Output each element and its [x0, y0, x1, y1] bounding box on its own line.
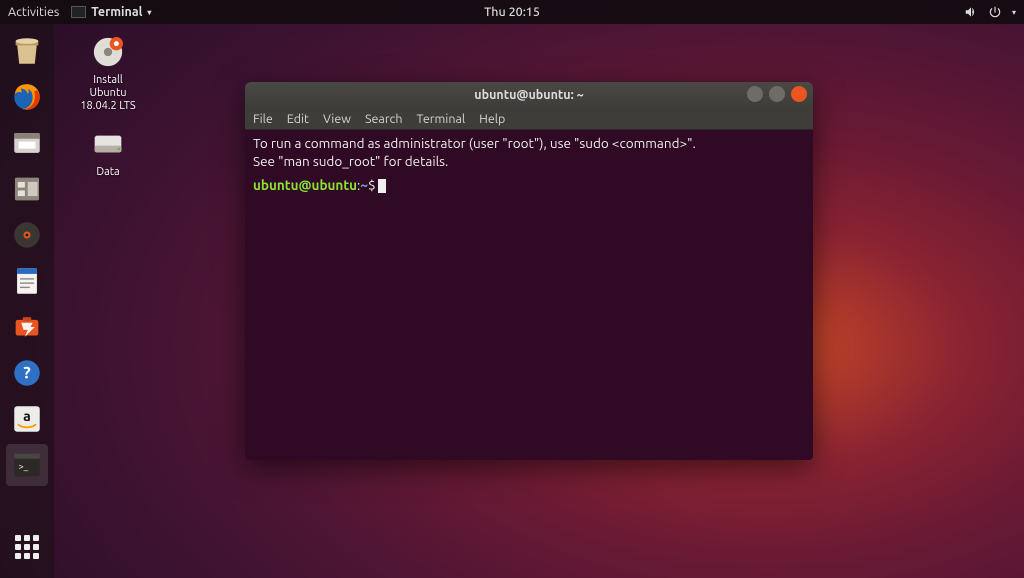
activities-button[interactable]: Activities — [8, 5, 59, 19]
dock-item-help[interactable]: ? — [6, 352, 48, 394]
desktop-icons-area: Install Ubuntu 18.04.2 LTS Data — [64, 32, 152, 179]
help-icon: ? — [10, 356, 44, 390]
document-icon — [10, 264, 44, 298]
show-applications-button[interactable] — [6, 526, 48, 568]
software-icon — [10, 310, 44, 344]
desktop-icon-label: Install Ubuntu 18.04.2 LTS — [80, 74, 135, 114]
drive-icon — [86, 124, 130, 164]
svg-text:?: ? — [23, 364, 31, 383]
apps-grid-icon — [15, 535, 39, 559]
dock-item-amazon[interactable]: a — [6, 398, 48, 440]
window-controls — [747, 86, 807, 102]
amazon-icon: a — [10, 402, 44, 436]
top-panel: Activities Terminal ▾ Thu 20:15 ▾ — [0, 0, 1024, 24]
system-status-area[interactable]: ▾ — [964, 5, 1016, 19]
menu-help[interactable]: Help — [479, 112, 505, 126]
dock-item-trash[interactable] — [6, 30, 48, 72]
prompt-sigil: $ — [368, 177, 376, 193]
terminal-prompt-line: ubuntu@ubuntu:~$ — [253, 176, 805, 194]
active-app-indicator[interactable]: Terminal ▾ — [71, 5, 151, 19]
cursor — [378, 179, 386, 193]
chevron-down-icon: ▾ — [147, 8, 151, 17]
dock: ? a >_ — [0, 24, 54, 578]
active-app-name: Terminal — [91, 5, 142, 19]
minimize-button[interactable] — [747, 86, 763, 102]
close-button[interactable] — [791, 86, 807, 102]
dock-item-rhythmbox[interactable] — [6, 214, 48, 256]
trash-icon — [10, 34, 44, 68]
menu-file[interactable]: File — [253, 112, 273, 126]
volume-icon[interactable] — [964, 5, 978, 19]
svg-text:>_: >_ — [19, 460, 29, 471]
prompt-user-host: ubuntu@ubuntu — [253, 177, 357, 193]
menu-view[interactable]: View — [323, 112, 351, 126]
menu-search[interactable]: Search — [365, 112, 403, 126]
terminal-output-line: To run a command as administrator (user … — [253, 134, 805, 152]
power-icon[interactable] — [988, 5, 1002, 19]
dock-item-software[interactable] — [6, 306, 48, 348]
dock-item-firefox[interactable] — [6, 76, 48, 118]
clock[interactable]: Thu 20:15 — [484, 5, 540, 19]
desktop-icon-label: Data — [96, 166, 119, 179]
menu-terminal[interactable]: Terminal — [417, 112, 466, 126]
maximize-button[interactable] — [769, 86, 785, 102]
terminal-menubar: File Edit View Search Terminal Help — [245, 108, 813, 130]
desktop-icon-data[interactable]: Data — [64, 124, 152, 179]
window-titlebar[interactable]: ubuntu@ubuntu: ~ — [245, 82, 813, 108]
files-icon — [10, 126, 44, 160]
firefox-icon — [10, 80, 44, 114]
menu-edit[interactable]: Edit — [287, 112, 309, 126]
prompt-path: ~ — [360, 177, 368, 193]
install-disc-icon — [86, 32, 130, 72]
terminal-window: ubuntu@ubuntu: ~ File Edit View Search T… — [245, 82, 813, 460]
file-manager-icon — [10, 172, 44, 206]
dock-item-nautilus[interactable] — [6, 122, 48, 164]
dock-item-writer[interactable] — [6, 260, 48, 302]
dock-item-file-manager[interactable] — [6, 168, 48, 210]
desktop-icon-install-ubuntu[interactable]: Install Ubuntu 18.04.2 LTS — [64, 32, 152, 114]
terminal-mini-icon — [71, 6, 86, 18]
music-icon — [10, 218, 44, 252]
terminal-output-line: See "man sudo_root" for details. — [253, 152, 805, 170]
dock-item-terminal[interactable]: >_ — [6, 444, 48, 486]
chevron-down-icon: ▾ — [1012, 8, 1016, 17]
svg-text:a: a — [23, 408, 31, 424]
terminal-body[interactable]: To run a command as administrator (user … — [245, 130, 813, 460]
window-title: ubuntu@ubuntu: ~ — [474, 88, 583, 102]
terminal-icon: >_ — [10, 448, 44, 482]
